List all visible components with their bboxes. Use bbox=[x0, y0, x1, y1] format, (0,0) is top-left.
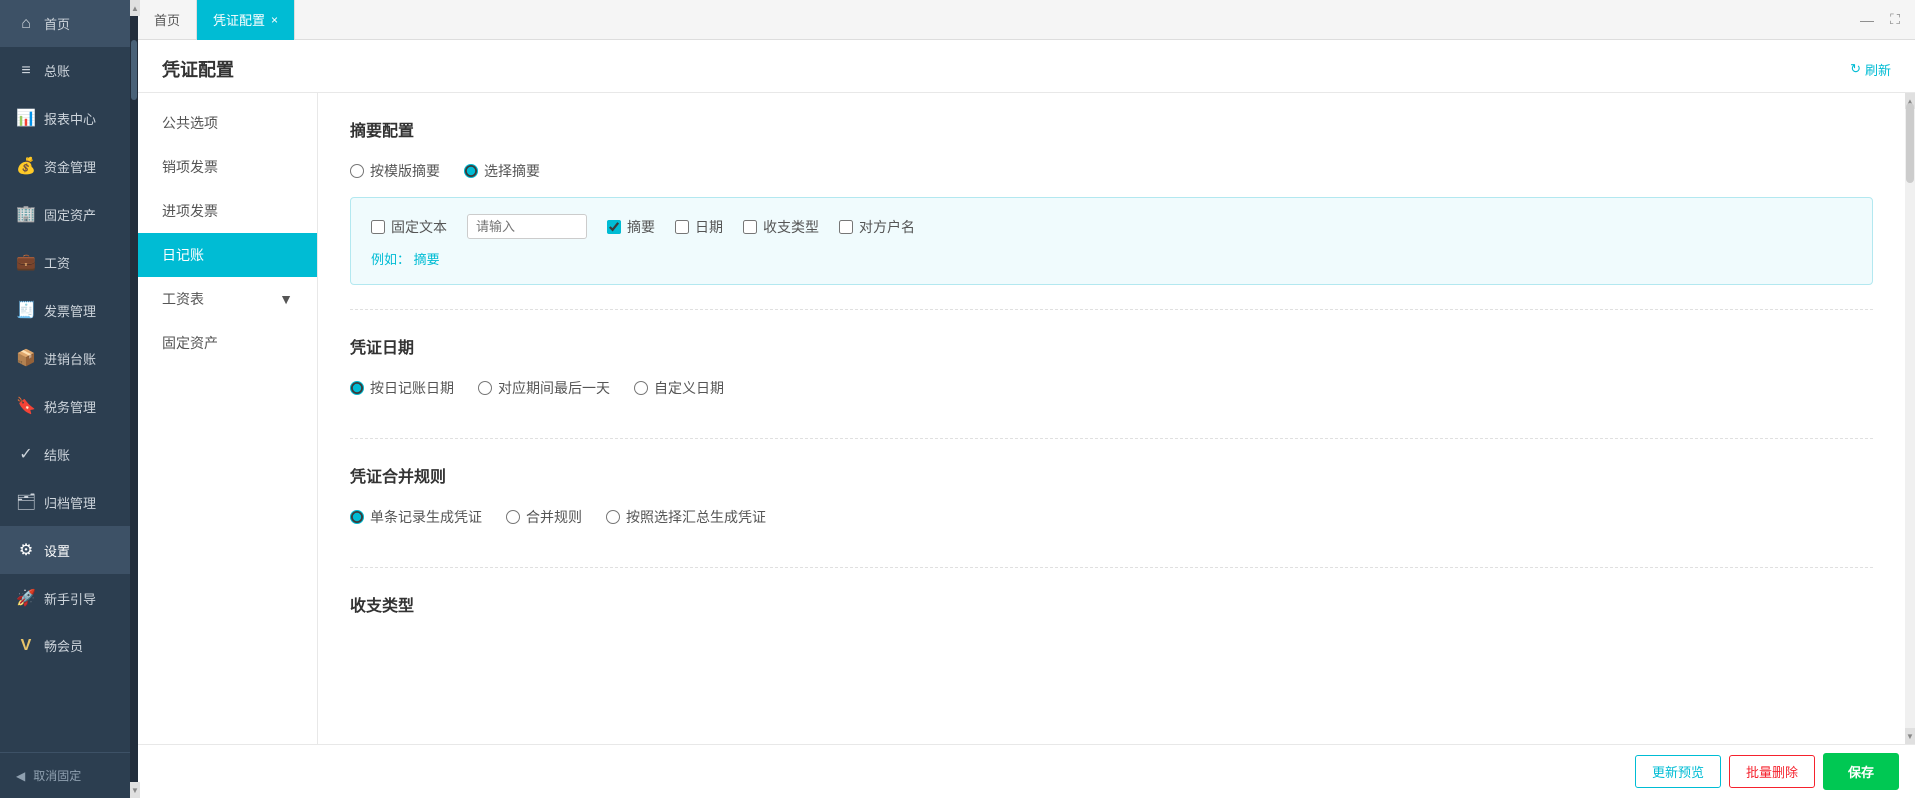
sidebar-item-tax[interactable]: 🔖 税务管理 bbox=[0, 382, 130, 430]
sidebar-item-assets[interactable]: 🏢 固定资产 bbox=[0, 190, 130, 238]
sidebar-scrollbar[interactable]: ▲ ▼ bbox=[130, 0, 138, 798]
right-content: 摘要配置 按模版摘要 选择摘要 固定文本 bbox=[318, 93, 1905, 744]
right-scrollbar[interactable]: ▲ ▼ bbox=[1905, 93, 1915, 744]
sidebar-item-salary[interactable]: 💼 工资 bbox=[0, 238, 130, 286]
sidebar-scroll-down[interactable]: ▼ bbox=[130, 782, 140, 798]
example-text: 例如： 摘要 bbox=[371, 249, 1852, 268]
settings-icon: ⚙ bbox=[16, 540, 36, 560]
summary-radio-row: 按模版摘要 选择摘要 bbox=[350, 161, 1873, 181]
merge-radio-row: 单条记录生成凭证 合并规则 按照选择汇总生成凭证 bbox=[350, 507, 1873, 527]
left-nav-item-sales[interactable]: 销项发票 bbox=[138, 145, 317, 189]
left-nav-item-journal[interactable]: 日记账 bbox=[138, 233, 317, 277]
content-area: 公共选项 销项发票 进项发票 日记账 工资表 ▼ 固定资产 摘要配置 bbox=[138, 93, 1915, 744]
left-nav: 公共选项 销项发票 进项发票 日记账 工资表 ▼ 固定资产 bbox=[138, 93, 318, 744]
update-preview-button[interactable]: 更新预览 bbox=[1635, 755, 1721, 788]
finance-icon: 💰 bbox=[16, 156, 36, 176]
sidebar-item-purchase[interactable]: 📦 进销台账 bbox=[0, 334, 130, 382]
summary-radio-template[interactable]: 按模版摘要 bbox=[350, 161, 440, 181]
page-title: 凭证配置 bbox=[162, 56, 234, 82]
vip-icon: V bbox=[16, 637, 36, 655]
checkbox-counterpart[interactable]: 对方户名 bbox=[839, 217, 915, 237]
tab-close-button[interactable]: × bbox=[271, 13, 278, 27]
left-nav-item-fixed[interactable]: 固定资产 bbox=[138, 321, 317, 365]
main-area: 首页 凭证配置 × — ⛶ 凭证配置 ↻ 刷新 公共选项 销项发票 进 bbox=[138, 0, 1915, 798]
bottom-action-bar: 更新预览 批量删除 保存 bbox=[138, 744, 1915, 798]
date-radio-journal[interactable]: 按日记账日期 bbox=[350, 378, 454, 398]
pin-icon: ◀ bbox=[16, 769, 25, 783]
summary-checkbox-row: 固定文本 摘要 日期 收支类型 bbox=[371, 214, 1852, 239]
summary-radio-select[interactable]: 选择摘要 bbox=[464, 161, 540, 181]
sidebar-item-vip[interactable]: V 畅会员 bbox=[0, 622, 130, 669]
salary-icon: 💼 bbox=[16, 252, 36, 272]
merge-radio-single[interactable]: 单条记录生成凭证 bbox=[350, 507, 482, 527]
tax-icon: 🔖 bbox=[16, 396, 36, 416]
save-button[interactable]: 保存 bbox=[1823, 753, 1899, 790]
maximize-button[interactable]: ⛶ bbox=[1883, 8, 1907, 32]
scroll-down-button[interactable]: ▼ bbox=[1905, 728, 1915, 744]
date-section-title: 凭证日期 bbox=[350, 334, 1873, 358]
merge-radio-batch[interactable]: 按照选择汇总生成凭证 bbox=[606, 507, 766, 527]
report-icon: 📊 bbox=[16, 108, 36, 128]
home-icon: ⌂ bbox=[16, 15, 36, 33]
sidebar-scroll-up[interactable]: ▲ bbox=[130, 0, 140, 16]
date-radio-lastday[interactable]: 对应期间最后一天 bbox=[478, 378, 610, 398]
summary-config-box: 固定文本 摘要 日期 收支类型 bbox=[350, 197, 1873, 285]
income-section-title: 收支类型 bbox=[350, 592, 1873, 616]
checkbox-date[interactable]: 日期 bbox=[675, 217, 723, 237]
settle-icon: ✓ bbox=[16, 444, 36, 464]
ledger-icon: ≡ bbox=[16, 62, 36, 80]
date-section: 凭证日期 按日记账日期 对应期间最后一天 自定义日期 bbox=[350, 334, 1873, 439]
minimize-button[interactable]: — bbox=[1855, 8, 1879, 32]
checkbox-fixed-text[interactable]: 固定文本 bbox=[371, 217, 447, 237]
fixed-text-input[interactable] bbox=[467, 214, 587, 239]
invoice-icon: 🧾 bbox=[16, 300, 36, 320]
batch-delete-button[interactable]: 批量删除 bbox=[1729, 755, 1815, 788]
archive-icon: 🗂 bbox=[16, 492, 36, 512]
date-radio-row: 按日记账日期 对应期间最后一天 自定义日期 bbox=[350, 378, 1873, 398]
left-nav-item-public[interactable]: 公共选项 bbox=[138, 101, 317, 145]
sidebar: ⌂ 首页 ≡ 总账 📊 报表中心 💰 资金管理 🏢 固定资产 💼 工资 🧾 发票… bbox=[0, 0, 130, 798]
scroll-thumb[interactable] bbox=[1906, 103, 1914, 183]
sidebar-item-invoice[interactable]: 🧾 发票管理 bbox=[0, 286, 130, 334]
summary-section-title: 摘要配置 bbox=[350, 117, 1873, 141]
merge-radio-merge[interactable]: 合并规则 bbox=[506, 507, 582, 527]
sidebar-item-ledger[interactable]: ≡ 总账 bbox=[0, 47, 130, 94]
income-section: 收支类型 bbox=[350, 592, 1873, 660]
checkbox-summary[interactable]: 摘要 bbox=[607, 217, 655, 237]
sidebar-item-guide[interactable]: 🚀 新手引导 bbox=[0, 574, 130, 622]
merge-section-title: 凭证合并规则 bbox=[350, 463, 1873, 487]
sidebar-item-settings[interactable]: ⚙ 设置 bbox=[0, 526, 130, 574]
tab-bar: 首页 凭证配置 × — ⛶ bbox=[138, 0, 1915, 40]
sidebar-item-archive[interactable]: 🗂 归档管理 bbox=[0, 478, 130, 526]
refresh-button[interactable]: ↻ 刷新 bbox=[1850, 60, 1891, 79]
refresh-icon: ↻ bbox=[1850, 61, 1861, 77]
merge-section: 凭证合并规则 单条记录生成凭证 合并规则 按照选择汇总生成凭证 bbox=[350, 463, 1873, 568]
left-nav-item-purchase[interactable]: 进项发票 bbox=[138, 189, 317, 233]
sidebar-item-home[interactable]: ⌂ 首页 bbox=[0, 0, 130, 47]
sidebar-bottom: ◀ 取消固定 bbox=[0, 752, 130, 798]
unpin-button[interactable]: ◀ 取消固定 bbox=[0, 753, 130, 798]
chevron-down-icon: ▼ bbox=[279, 291, 293, 307]
sidebar-scroll-thumb[interactable] bbox=[131, 40, 137, 100]
sidebar-item-settle[interactable]: ✓ 结账 bbox=[0, 430, 130, 478]
date-radio-custom[interactable]: 自定义日期 bbox=[634, 378, 724, 398]
purchase-icon: 📦 bbox=[16, 348, 36, 368]
tab-actions: — ⛶ bbox=[1855, 8, 1915, 32]
sidebar-item-finance[interactable]: 💰 资金管理 bbox=[0, 142, 130, 190]
tab-home[interactable]: 首页 bbox=[138, 0, 197, 40]
summary-section: 摘要配置 按模版摘要 选择摘要 固定文本 bbox=[350, 117, 1873, 310]
page-header: 凭证配置 ↻ 刷新 bbox=[138, 40, 1915, 93]
checkbox-category[interactable]: 收支类型 bbox=[743, 217, 819, 237]
tab-voucher-config[interactable]: 凭证配置 × bbox=[197, 0, 295, 40]
left-nav-item-payroll[interactable]: 工资表 ▼ bbox=[138, 277, 317, 321]
assets-icon: 🏢 bbox=[16, 204, 36, 224]
sidebar-item-report[interactable]: 📊 报表中心 bbox=[0, 94, 130, 142]
guide-icon: 🚀 bbox=[16, 588, 36, 608]
